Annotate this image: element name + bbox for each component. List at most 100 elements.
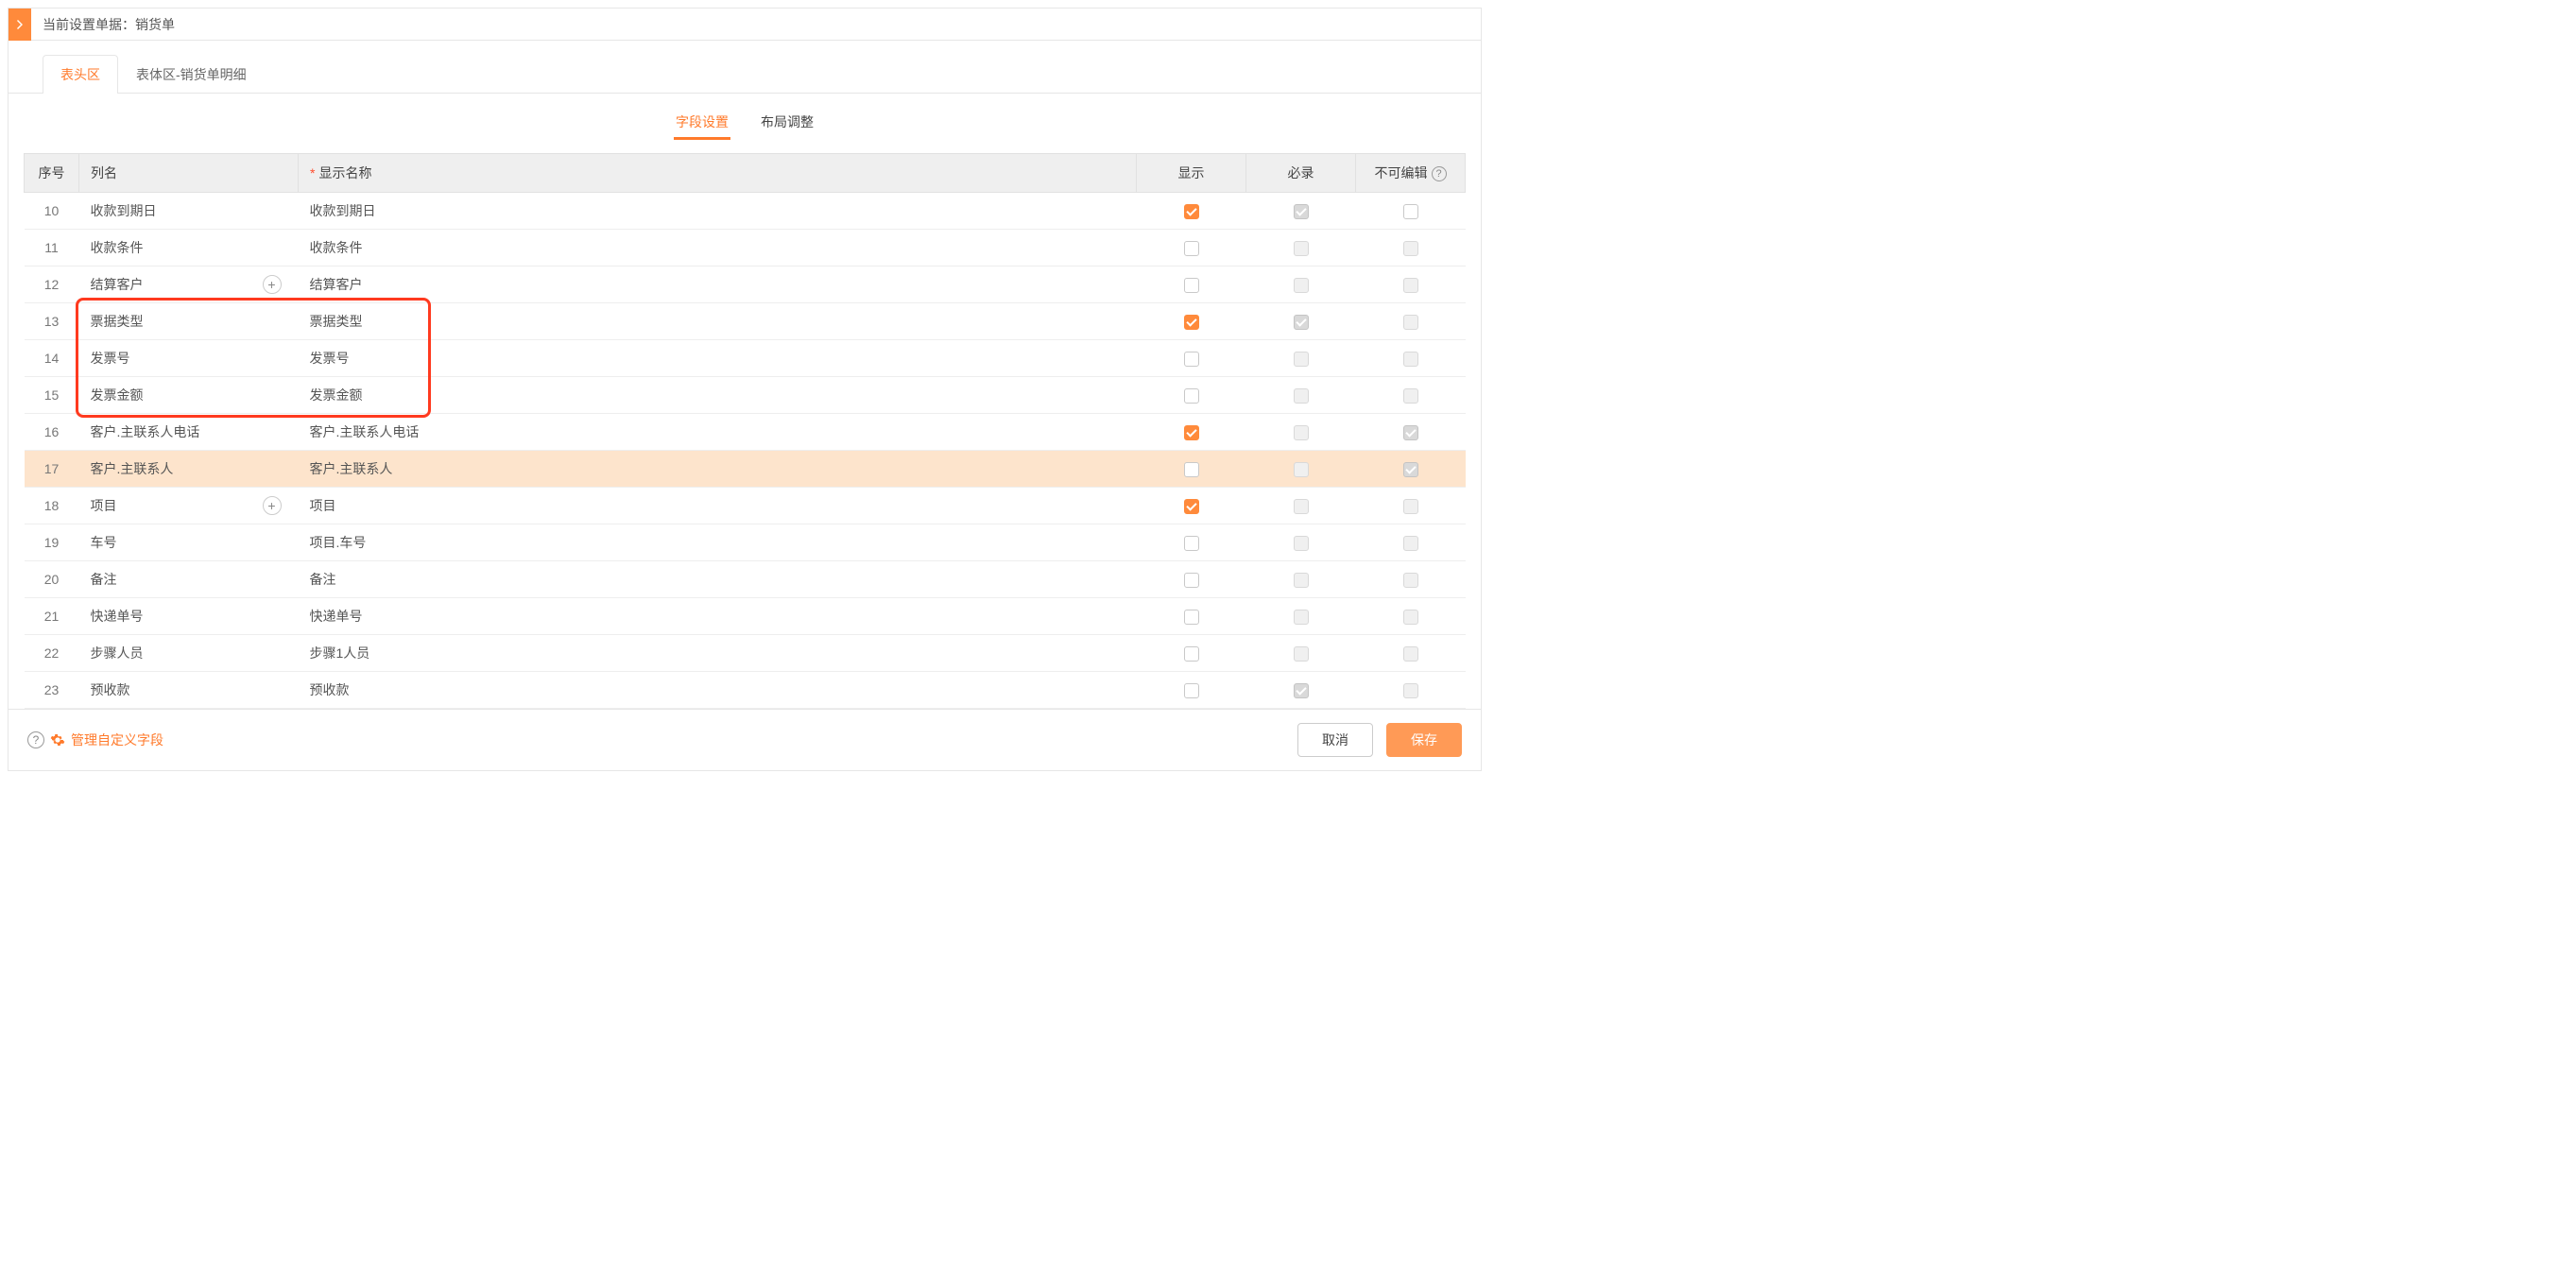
- manage-custom-fields-link[interactable]: 管理自定义字段: [71, 731, 163, 749]
- row-display-name[interactable]: 步骤1人员: [299, 635, 1137, 672]
- header-bar: 当前设置单据：销货单: [9, 9, 1481, 41]
- locked-cell: [1356, 488, 1466, 524]
- col-name-text: 项目: [91, 496, 117, 515]
- row-display-name[interactable]: 发票号: [299, 340, 1137, 377]
- required-checkbox: [1294, 683, 1309, 698]
- locked-checkbox: [1403, 315, 1418, 330]
- table-row: 21快递单号快递单号: [25, 598, 1466, 635]
- show-checkbox[interactable]: [1184, 278, 1199, 293]
- required-cell: [1246, 561, 1356, 598]
- sub-tabs: 字段设置布局调整: [9, 94, 1481, 140]
- sub-tab-1[interactable]: 布局调整: [759, 107, 816, 140]
- table-row: 10收款到期日收款到期日: [25, 193, 1466, 230]
- show-checkbox[interactable]: [1184, 683, 1199, 698]
- locked-checkbox: [1403, 536, 1418, 551]
- required-checkbox: [1294, 462, 1309, 477]
- required-checkbox: [1294, 646, 1309, 662]
- row-col-name: 备注: [79, 561, 299, 598]
- row-display-name[interactable]: 发票金额: [299, 377, 1137, 414]
- main-tab-0[interactable]: 表头区: [43, 55, 118, 94]
- row-display-name[interactable]: 项目: [299, 488, 1137, 524]
- required-checkbox: [1294, 241, 1309, 256]
- table-row: 14发票号发票号: [25, 340, 1466, 377]
- row-display-name[interactable]: 快递单号: [299, 598, 1137, 635]
- row-display-name[interactable]: 客户.主联系人: [299, 451, 1137, 488]
- row-col-name: 项目 +: [79, 488, 299, 524]
- cancel-button[interactable]: 取消: [1297, 723, 1373, 757]
- show-cell: [1137, 377, 1246, 414]
- col-required-header: 必录: [1246, 154, 1356, 193]
- show-checkbox[interactable]: [1184, 425, 1199, 440]
- help-circle-icon[interactable]: ?: [27, 731, 44, 748]
- required-cell: [1246, 635, 1356, 672]
- row-display-name[interactable]: 备注: [299, 561, 1137, 598]
- main-tabs: 表头区表体区-销货单明细: [9, 41, 1481, 94]
- col-locked-header: 不可编辑?: [1356, 154, 1466, 193]
- show-cell: [1137, 524, 1246, 561]
- field-table: 序号 列名 *显示名称 显示 必录 不可编辑? 10收款到期日收款到期日11收款…: [24, 153, 1466, 709]
- show-cell: [1137, 193, 1246, 230]
- locked-checkbox: [1403, 388, 1418, 404]
- table-row: 20备注备注: [25, 561, 1466, 598]
- row-display-name[interactable]: 收款到期日: [299, 193, 1137, 230]
- show-cell: [1137, 672, 1246, 709]
- col-seq-header: 序号: [25, 154, 79, 193]
- show-checkbox[interactable]: [1184, 315, 1199, 330]
- table-row: 11收款条件收款条件: [25, 230, 1466, 266]
- row-seq: 11: [25, 230, 79, 266]
- show-checkbox[interactable]: [1184, 536, 1199, 551]
- row-seq: 14: [25, 340, 79, 377]
- locked-checkbox: [1403, 241, 1418, 256]
- row-display-name[interactable]: 客户.主联系人电话: [299, 414, 1137, 451]
- main-tab-1[interactable]: 表体区-销货单明细: [118, 55, 265, 94]
- row-display-name[interactable]: 项目.车号: [299, 524, 1137, 561]
- add-subfield-button[interactable]: +: [263, 275, 282, 294]
- col-name-text: 结算客户: [91, 275, 144, 294]
- required-cell: [1246, 488, 1356, 524]
- row-seq: 20: [25, 561, 79, 598]
- locked-checkbox[interactable]: [1403, 204, 1418, 219]
- table-row: 19 车号 项目.车号: [25, 524, 1466, 561]
- show-checkbox[interactable]: [1184, 462, 1199, 477]
- show-checkbox[interactable]: [1184, 610, 1199, 625]
- expand-toggle[interactable]: [9, 9, 31, 41]
- show-checkbox[interactable]: [1184, 204, 1199, 219]
- show-checkbox[interactable]: [1184, 499, 1199, 514]
- col-name-text: 车号: [91, 533, 117, 552]
- locked-cell: [1356, 414, 1466, 451]
- col-name-text: 发票金额: [91, 386, 144, 404]
- show-checkbox[interactable]: [1184, 241, 1199, 256]
- row-col-name: 车号: [79, 524, 299, 561]
- table-row: 23预收款预收款: [25, 672, 1466, 709]
- row-seq: 21: [25, 598, 79, 635]
- locked-cell: [1356, 230, 1466, 266]
- help-icon[interactable]: ?: [1432, 166, 1447, 181]
- row-col-name: 结算客户 +: [79, 266, 299, 303]
- show-checkbox[interactable]: [1184, 646, 1199, 662]
- col-name-header: 列名: [79, 154, 299, 193]
- locked-checkbox: [1403, 610, 1418, 625]
- row-display-name[interactable]: 预收款: [299, 672, 1137, 709]
- save-button[interactable]: 保存: [1386, 723, 1462, 757]
- row-col-name: 客户.主联系人电话: [79, 414, 299, 451]
- col-name-text: 客户.主联系人电话: [91, 422, 200, 441]
- row-seq: 19: [25, 524, 79, 561]
- show-checkbox[interactable]: [1184, 573, 1199, 588]
- required-checkbox: [1294, 536, 1309, 551]
- row-display-name[interactable]: 票据类型: [299, 303, 1137, 340]
- required-checkbox: [1294, 499, 1309, 514]
- row-display-name[interactable]: 结算客户: [299, 266, 1137, 303]
- show-checkbox[interactable]: [1184, 352, 1199, 367]
- sub-tab-0[interactable]: 字段设置: [674, 107, 730, 140]
- table-row: 13票据类型票据类型: [25, 303, 1466, 340]
- add-subfield-button[interactable]: +: [263, 496, 282, 515]
- locked-checkbox: [1403, 462, 1418, 477]
- show-checkbox[interactable]: [1184, 388, 1199, 404]
- chevron-right-icon: [14, 19, 26, 30]
- row-col-name: 步骤人员: [79, 635, 299, 672]
- required-checkbox: [1294, 352, 1309, 367]
- row-display-name[interactable]: 收款条件: [299, 230, 1137, 266]
- locked-checkbox: [1403, 683, 1418, 698]
- col-name-text: 收款到期日: [91, 201, 157, 220]
- required-cell: [1246, 230, 1356, 266]
